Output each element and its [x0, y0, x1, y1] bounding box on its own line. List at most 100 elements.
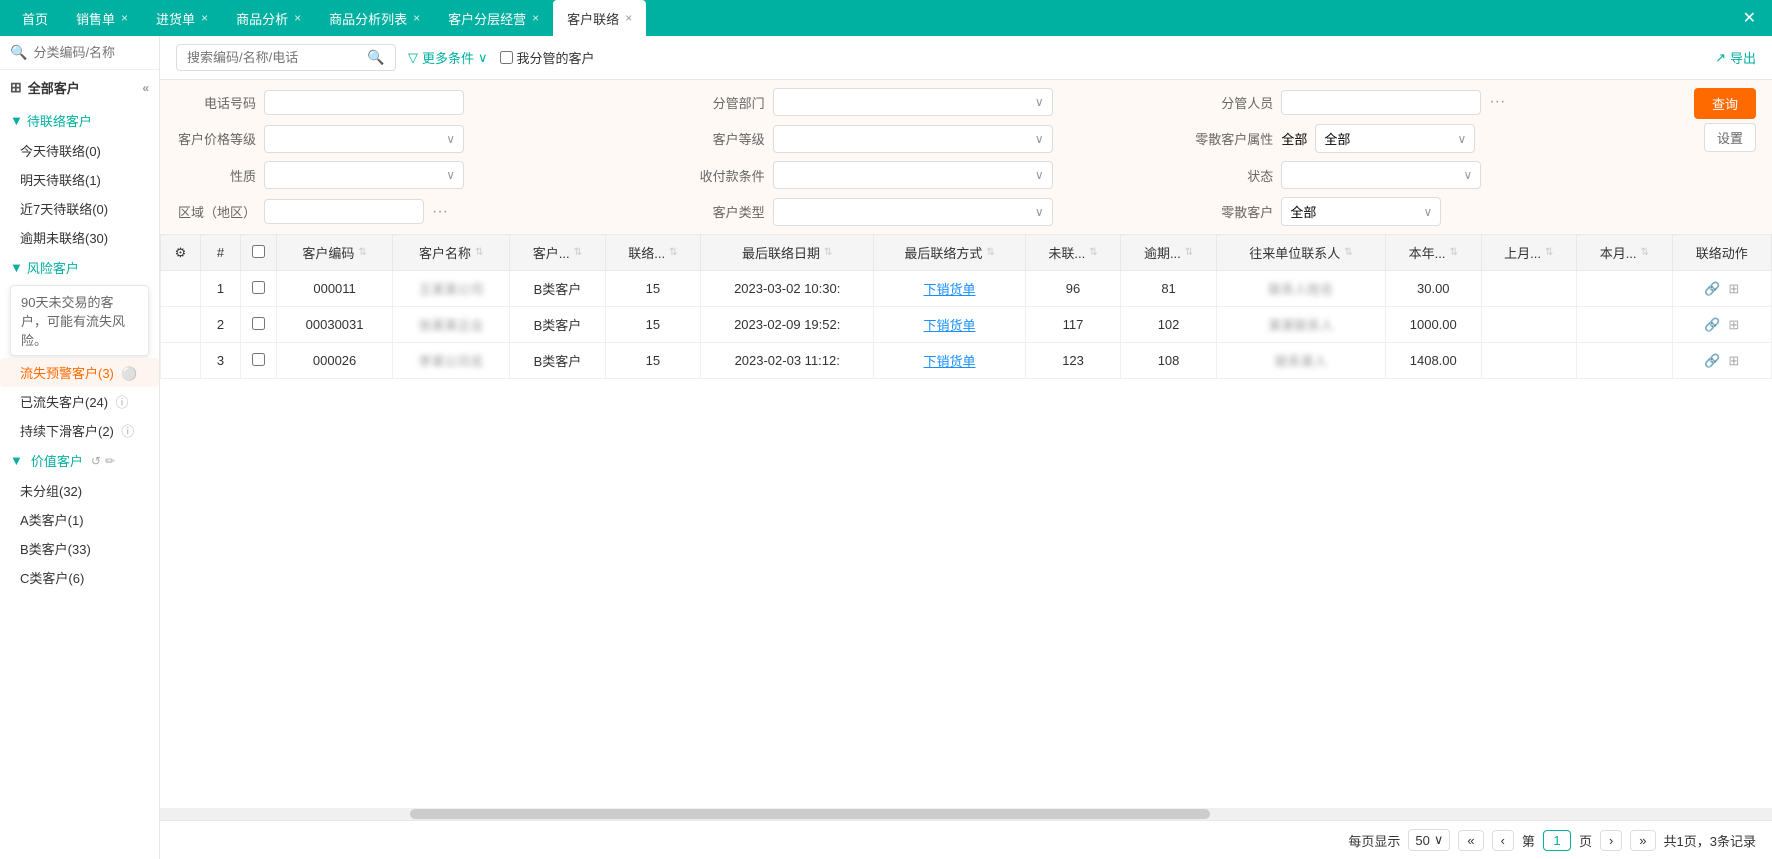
action-grid-icon-3[interactable]: ⊞: [1728, 353, 1739, 369]
th-current-month[interactable]: 本月...⇅: [1577, 235, 1673, 271]
action-link-icon-1[interactable]: 🔗: [1704, 281, 1720, 297]
region-input[interactable]: [264, 199, 424, 224]
th-historical[interactable]: 往来单位联系人⇅: [1216, 235, 1385, 271]
sidebar-search-input[interactable]: [33, 45, 149, 60]
per-page-select[interactable]: 50 ∨: [1408, 829, 1450, 851]
last-page-btn[interactable]: »: [1630, 830, 1655, 851]
tab-purchase[interactable]: 进货单 ×: [142, 0, 222, 36]
sidebar-item-today-pending[interactable]: 今天待联络(0): [0, 136, 159, 165]
next-page-btn[interactable]: ›: [1600, 830, 1622, 851]
retail-customer-select[interactable]: 全部 ∨: [1281, 197, 1441, 226]
th-code[interactable]: 客户编码⇅: [277, 235, 393, 271]
tab-sales-close[interactable]: ×: [121, 11, 128, 25]
sidebar-item-class-a[interactable]: A类客户(1): [0, 505, 159, 534]
td-check-2[interactable]: [241, 307, 277, 343]
scrollbar-thumb[interactable]: [410, 809, 1210, 819]
row-1-checkbox[interactable]: [252, 281, 265, 294]
search-input-wrap[interactable]: 🔍: [176, 44, 396, 71]
row-3-checkbox[interactable]: [252, 353, 265, 366]
nature-select[interactable]: ∨: [264, 161, 464, 189]
phone-input[interactable]: [264, 90, 464, 115]
tab-home[interactable]: 首页: [8, 0, 62, 36]
customer-type-select[interactable]: ∨: [773, 198, 1053, 226]
th-overdue[interactable]: 逾期...⇅: [1121, 235, 1217, 271]
filter-row-3: 性质 ∨ 收付款条件 ∨: [176, 161, 1682, 189]
td-check-1[interactable]: [241, 271, 277, 307]
td-method-2[interactable]: 下销货单: [874, 307, 1026, 343]
td-contact-1: 15: [605, 271, 701, 307]
sidebar-item-ungrouped[interactable]: 未分组(32): [0, 476, 159, 505]
sidebar-section-value[interactable]: ▼ 价值客户 ↺ ✏: [0, 445, 159, 476]
th-current-year[interactable]: 本年...⇅: [1386, 235, 1482, 271]
search-input[interactable]: [187, 50, 367, 65]
settings-button[interactable]: 设置: [1704, 123, 1756, 152]
horizontal-scrollbar[interactable]: [160, 808, 1772, 820]
sidebar-section-at-risk[interactable]: ▼ 风险客户: [0, 252, 159, 283]
query-button[interactable]: 查询: [1694, 88, 1756, 119]
sidebar-item-churn-warning[interactable]: 流失预警客户(3) ⚪: [0, 358, 159, 387]
region-dots[interactable]: ···: [424, 199, 456, 225]
tab-goods-analysis[interactable]: 商品分析 ×: [222, 0, 315, 36]
th-last-month[interactable]: 上月...⇅: [1481, 235, 1577, 271]
first-page-btn[interactable]: «: [1458, 830, 1483, 851]
tab-customer-contact-close[interactable]: ×: [625, 11, 632, 25]
select-all-checkbox[interactable]: [252, 245, 265, 258]
th-gear[interactable]: ⚙: [161, 235, 201, 271]
sidebar-item-class-b[interactable]: B类客户(33): [0, 534, 159, 563]
th-uncontacted[interactable]: 未联...⇅: [1025, 235, 1121, 271]
td-method-3[interactable]: 下销货单: [874, 343, 1026, 379]
more-conditions-btn[interactable]: ▽ 更多条件 ∨: [408, 48, 488, 67]
person-input[interactable]: [1281, 90, 1481, 115]
td-method-1[interactable]: 下销货单: [874, 271, 1026, 307]
price-tier-select[interactable]: ∨: [264, 125, 464, 153]
th-contact[interactable]: 联络...⇅: [605, 235, 701, 271]
td-date-1: 2023-03-02 10:30:: [701, 271, 874, 307]
customer-tier-select[interactable]: ∨: [773, 125, 1053, 153]
sidebar-item-class-c[interactable]: C类客户(6): [0, 563, 159, 592]
sidebar-search[interactable]: 🔍: [0, 36, 159, 70]
tab-sales[interactable]: 销售单 ×: [62, 0, 142, 36]
tab-goods-analysis-close[interactable]: ×: [294, 11, 301, 25]
row-2-checkbox[interactable]: [252, 317, 265, 330]
payment-select[interactable]: ∨: [773, 161, 1053, 189]
sidebar-item-overdue[interactable]: 逾期未联络(30): [0, 223, 159, 252]
th-type[interactable]: 客户...⇅: [510, 235, 606, 271]
tab-customer-tier[interactable]: 客户分层经营 ×: [434, 0, 553, 36]
action-grid-icon-1[interactable]: ⊞: [1728, 281, 1739, 297]
status-select[interactable]: ∨: [1281, 161, 1481, 189]
search-icon[interactable]: 🔍: [367, 49, 384, 66]
my-customers-wrap[interactable]: 我分管的客户: [500, 48, 595, 67]
td-name-2: 张某某企业: [393, 307, 510, 343]
tab-customer-tier-close[interactable]: ×: [532, 11, 539, 25]
action-grid-icon-2[interactable]: ⊞: [1728, 317, 1739, 333]
person-dots[interactable]: ···: [1481, 89, 1513, 115]
action-link-icon-2[interactable]: 🔗: [1704, 317, 1720, 333]
prev-page-btn[interactable]: ‹: [1492, 830, 1514, 851]
main-layout: 🔍 ⊞ 全部客户 « ▼ 待联络客户 今天待联络(0) 明天待联络(1) 近7天…: [0, 36, 1772, 859]
th-check[interactable]: [241, 235, 277, 271]
retail-customer-arrow: ∨: [1424, 205, 1433, 219]
th-last-contact-method[interactable]: 最后联络方式⇅: [874, 235, 1026, 271]
sidebar-item-week-pending[interactable]: 近7天待联络(0): [0, 194, 159, 223]
tab-purchase-close[interactable]: ×: [201, 11, 208, 25]
all-customers-header[interactable]: ⊞ 全部客户 «: [0, 70, 159, 105]
sidebar-item-churned[interactable]: 已流失客户(24) ⓘ: [0, 387, 159, 416]
tab-goods-analysis-list-close[interactable]: ×: [413, 11, 420, 25]
filter-row-4: 区域（地区） ··· 客户类型 ∨ 零散客户: [176, 197, 1682, 226]
retail-attr-select[interactable]: 全部 ∨: [1315, 124, 1475, 153]
tab-goods-analysis-list[interactable]: 商品分析列表 ×: [315, 0, 434, 36]
window-close-button[interactable]: ✕: [1735, 8, 1764, 28]
tab-customer-contact[interactable]: 客户联络 ×: [553, 0, 646, 36]
table-row: 3 000026 李某公司名 B类客户 15 2023-02-03 11:12:…: [161, 343, 1772, 379]
export-button[interactable]: ↗ 导出: [1715, 48, 1756, 67]
th-name[interactable]: 客户名称⇅: [393, 235, 510, 271]
sidebar-section-pending[interactable]: ▼ 待联络客户: [0, 105, 159, 136]
my-customers-checkbox[interactable]: [500, 51, 513, 64]
sidebar-item-tomorrow-pending[interactable]: 明天待联络(1): [0, 165, 159, 194]
sidebar-item-declining[interactable]: 持续下滑客户(2) ⓘ: [0, 416, 159, 445]
dept-select[interactable]: ∨: [773, 88, 1053, 116]
action-link-icon-3[interactable]: 🔗: [1704, 353, 1720, 369]
td-check-3[interactable]: [241, 343, 277, 379]
current-page-input[interactable]: 1: [1543, 830, 1571, 851]
th-last-contact-date[interactable]: 最后联络日期⇅: [701, 235, 874, 271]
